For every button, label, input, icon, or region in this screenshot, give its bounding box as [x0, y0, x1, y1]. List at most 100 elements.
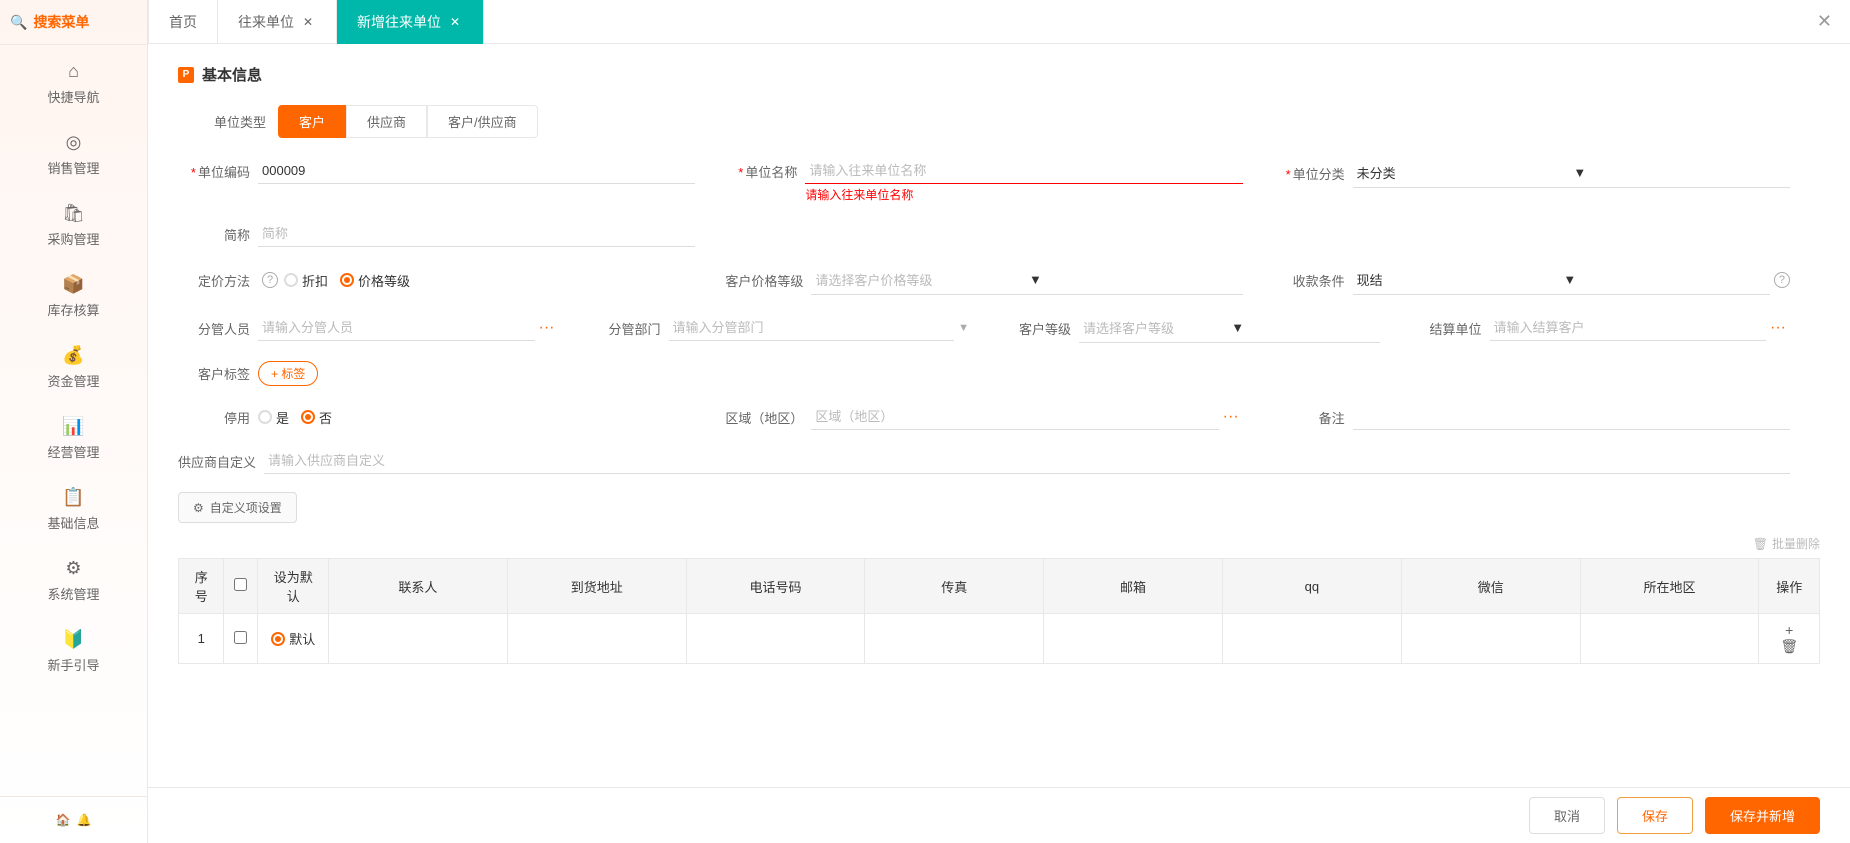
- qq-input[interactable]: [1233, 631, 1391, 646]
- gear-icon: ⚙: [193, 501, 204, 515]
- close-main-button[interactable]: ✕: [1809, 11, 1840, 32]
- select-all-checkbox[interactable]: [234, 578, 247, 591]
- disable-no-option[interactable]: 否: [301, 408, 332, 427]
- region-more-icon[interactable]: ···: [1219, 408, 1243, 426]
- custom-settings-button[interactable]: ⚙ 自定义项设置: [178, 492, 297, 523]
- manager-more-icon[interactable]: ···: [535, 319, 559, 337]
- phone-input[interactable]: [697, 631, 855, 646]
- table-cell-checkbox[interactable]: [224, 614, 258, 664]
- sidebar-item-purchase[interactable]: 🛍采购管理: [0, 187, 147, 258]
- help-icon-pricing[interactable]: ?: [262, 272, 278, 288]
- pricing-method-label: 定价方法: [178, 271, 258, 290]
- table-header-10: 所在地区: [1580, 559, 1759, 614]
- payment-terms-select[interactable]: 现结 ▼: [1353, 265, 1770, 295]
- table-cell-wechat[interactable]: [1401, 614, 1580, 664]
- manager-input[interactable]: [258, 315, 535, 341]
- form-row-6: 停用 是 否 区域（地区） ··· 备注: [178, 404, 1820, 430]
- unit-code-input[interactable]: [258, 158, 695, 184]
- table-header-8: qq: [1222, 559, 1401, 614]
- sidebar-item-basic[interactable]: 📋基础信息: [0, 471, 147, 542]
- chevron-down-icon-dept: ▼: [958, 322, 969, 334]
- table-header-2: 设为默认: [258, 559, 329, 614]
- sidebar-item-finance[interactable]: 💰资金管理: [0, 329, 147, 400]
- address-input[interactable]: [518, 631, 676, 646]
- customer-price-level-select[interactable]: 请选择客户价格等级 ▼: [811, 265, 1242, 295]
- save-new-button[interactable]: 保存并新增: [1705, 797, 1820, 834]
- batch-delete-icon[interactable]: 🗑 批量删除: [1753, 535, 1820, 552]
- default-radio[interactable]: 默认: [268, 629, 318, 648]
- delete-row-icon[interactable]: 🗑: [1780, 638, 1798, 654]
- unit-category-select[interactable]: 未分类 ▼: [1353, 158, 1790, 188]
- settlement-more-icon[interactable]: ···: [1766, 319, 1790, 337]
- tab-new-trade-unit[interactable]: 新增往来单位✕: [337, 0, 484, 44]
- table-header-6: 传真: [865, 559, 1044, 614]
- supplier-custom-field: 供应商自定义: [178, 448, 1790, 474]
- table-cell-region[interactable]: [1580, 614, 1759, 664]
- table-cell-phone[interactable]: [686, 614, 865, 664]
- sidebar-search[interactable]: 🔍 搜索菜单: [0, 0, 147, 45]
- form-row-5: 客户标签 + 标签: [178, 361, 1820, 386]
- pricing-discount-label: 折扣: [302, 271, 328, 290]
- radio-discount: [284, 273, 298, 287]
- manager-field: 分管人员 ···: [178, 315, 559, 341]
- table-cell-action: + 🗑: [1759, 614, 1820, 664]
- fax-input[interactable]: [875, 631, 1033, 646]
- pricing-discount-option[interactable]: 折扣: [284, 271, 328, 290]
- supplier-custom-input[interactable]: [264, 448, 1790, 474]
- remarks-input[interactable]: [1353, 404, 1790, 430]
- disable-no-label: 否: [319, 408, 332, 427]
- sidebar-item-sales[interactable]: ◎销售管理: [0, 116, 147, 187]
- table-cell-fax[interactable]: [865, 614, 1044, 664]
- region-input[interactable]: [811, 404, 1218, 430]
- sidebar-item-operations[interactable]: 📊经营管理: [0, 400, 147, 471]
- customer-level-placeholder: 请选择客户等级: [1083, 318, 1227, 337]
- tab-home[interactable]: 首页: [148, 0, 218, 44]
- table-cell-email[interactable]: [1044, 614, 1223, 664]
- unit-name-field: 单位名称 请输入往来单位名称: [725, 158, 1242, 203]
- tab-close-new-trade-unit[interactable]: ✕: [447, 14, 463, 30]
- short-name-input[interactable]: [258, 221, 695, 247]
- table-cell-address[interactable]: [507, 614, 686, 664]
- home-icon: 🏠: [56, 813, 71, 827]
- pricing-method-field: 定价方法 ? 折扣 价格等级: [178, 271, 695, 290]
- region-table-input[interactable]: [1591, 631, 1749, 646]
- disable-yes-option[interactable]: 是: [258, 408, 289, 427]
- tab-close-trade-units[interactable]: ✕: [300, 14, 316, 30]
- department-input[interactable]: [669, 315, 955, 341]
- sidebar-item-system[interactable]: ⚙系统管理: [0, 542, 147, 613]
- table-header-1: [224, 559, 258, 614]
- customer-tag-field: 客户标签 + 标签: [178, 361, 1790, 386]
- pricing-price-level-label: 价格等级: [358, 271, 410, 290]
- department-label: 分管部门: [589, 319, 669, 338]
- email-input[interactable]: [1054, 631, 1212, 646]
- radio-no: [301, 410, 315, 424]
- sidebar-item-quick-nav[interactable]: ⌂快捷导航: [0, 45, 147, 116]
- unit-name-input[interactable]: [805, 158, 1242, 184]
- add-row-icon[interactable]: +: [1785, 622, 1793, 638]
- unit-type-supplier-button[interactable]: 供应商: [346, 105, 427, 138]
- table-cell-contact[interactable]: [329, 614, 508, 664]
- sidebar-item-inventory[interactable]: 📦库存核算: [0, 258, 147, 329]
- cancel-button[interactable]: 取消: [1529, 797, 1605, 834]
- pricing-price-level-option[interactable]: 价格等级: [340, 271, 410, 290]
- disable-label: 停用: [178, 408, 258, 427]
- sales-icon: ◎: [62, 130, 86, 154]
- customer-level-select[interactable]: 请选择客户等级 ▼: [1079, 313, 1380, 343]
- sidebar-item-guide[interactable]: 🔰新手引导: [0, 613, 147, 684]
- short-name-field: 简称: [178, 221, 695, 247]
- search-icon: 🔍: [10, 14, 27, 31]
- add-tag-button[interactable]: + 标签: [258, 361, 318, 386]
- wechat-input[interactable]: [1412, 631, 1570, 646]
- sidebar-bottom-item[interactable]: 🏠 🔔: [0, 805, 147, 835]
- help-icon-payment[interactable]: ?: [1774, 272, 1790, 288]
- contact-input[interactable]: [339, 631, 497, 646]
- unit-type-both-button[interactable]: 客户/供应商: [427, 105, 538, 138]
- unit-type-customer-button[interactable]: 客户: [278, 105, 346, 138]
- tab-trade-units[interactable]: 往来单位✕: [218, 0, 337, 44]
- table-cell-qq[interactable]: [1222, 614, 1401, 664]
- settlement-input[interactable]: [1490, 315, 1767, 341]
- row-checkbox[interactable]: [234, 631, 247, 644]
- save-button[interactable]: 保存: [1617, 797, 1693, 834]
- unit-category-value: 未分类: [1357, 163, 1570, 182]
- sound-icon: 🔔: [77, 813, 92, 827]
